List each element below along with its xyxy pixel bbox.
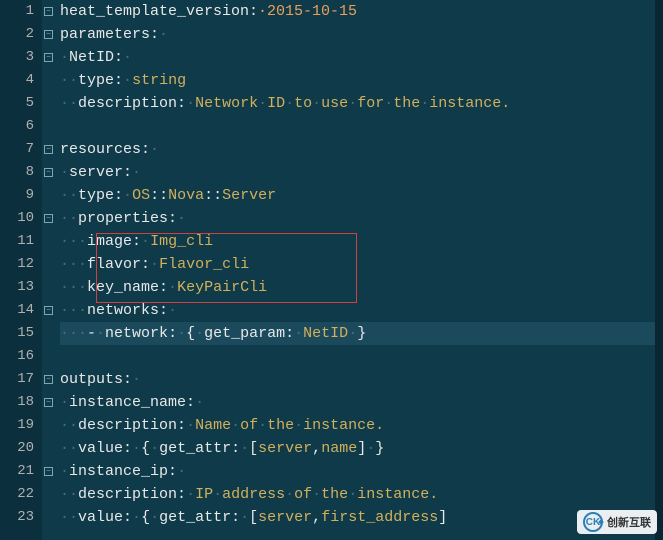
line-number: 17 [0,368,34,391]
code-line[interactable]: ·NetID:· [60,46,663,69]
line-number: 21 [0,460,34,483]
code-line[interactable]: ··description:·IP·address·of·the·instanc… [60,483,663,506]
line-number: 4 [0,69,34,92]
code-editor[interactable]: 1234567891011121314151617181920212223 −−… [0,0,663,540]
code-line[interactable]: ··description:·Name·of·the·instance. [60,414,663,437]
fold-toggle[interactable]: − [44,168,53,177]
line-number: 5 [0,92,34,115]
code-line[interactable] [60,345,663,368]
code-line[interactable]: ·instance_ip:· [60,460,663,483]
code-line[interactable]: parameters:· [60,23,663,46]
fold-toggle[interactable]: − [44,398,53,407]
fold-toggle[interactable]: − [44,214,53,223]
fold-toggle[interactable]: − [44,145,53,154]
fold-toggle[interactable]: − [44,306,53,315]
line-number: 18 [0,391,34,414]
code-line[interactable]: ··value:·{·get_attr:·[server,name]·} [60,437,663,460]
code-line[interactable]: ···image:·Img_cli [60,230,663,253]
fold-toggle[interactable]: − [44,375,53,384]
code-line[interactable]: ·instance_name:· [60,391,663,414]
line-number: 10 [0,207,34,230]
line-number: 14 [0,299,34,322]
vertical-scrollbar[interactable] [655,0,663,540]
line-number: 2 [0,23,34,46]
code-line[interactable]: ··value:·{·get_attr:·[server,first_addre… [60,506,663,529]
fold-column[interactable]: − − − − − − − − − − [42,0,56,540]
watermark: CK 创新互联 [577,510,657,534]
fold-toggle[interactable]: − [44,7,53,16]
code-line[interactable] [60,115,663,138]
code-line[interactable]: ···networks:· [60,299,663,322]
watermark-logo: CK [583,512,603,532]
line-number: 16 [0,345,34,368]
fold-toggle[interactable]: − [44,30,53,39]
line-number: 23 [0,506,34,529]
line-number: 8 [0,161,34,184]
code-line[interactable]: ···-·network:·{·get_param:·NetID·} [60,322,663,345]
line-number: 19 [0,414,34,437]
code-line[interactable]: ··properties:· [60,207,663,230]
fold-toggle[interactable]: − [44,467,53,476]
watermark-label: 创新互联 [607,514,651,530]
line-number: 11 [0,230,34,253]
line-number: 1 [0,0,34,23]
code-line[interactable]: ··description:·Network·ID·to·use·for·the… [60,92,663,115]
line-number: 15 [0,322,34,345]
line-number: 20 [0,437,34,460]
line-number-gutter: 1234567891011121314151617181920212223 [0,0,42,540]
code-line[interactable]: ··type:·OS::Nova::Server [60,184,663,207]
code-line[interactable]: ···flavor:·Flavor_cli [60,253,663,276]
code-line[interactable]: ···key_name:·KeyPairCli [60,276,663,299]
line-number: 7 [0,138,34,161]
fold-toggle[interactable]: − [44,53,53,62]
line-number: 22 [0,483,34,506]
line-number: 6 [0,115,34,138]
line-number: 13 [0,276,34,299]
code-area[interactable]: heat_template_version:·2015-10-15paramet… [56,0,663,540]
line-number: 3 [0,46,34,69]
code-line[interactable]: outputs:· [60,368,663,391]
code-line[interactable]: ·server:· [60,161,663,184]
line-number: 12 [0,253,34,276]
line-number: 9 [0,184,34,207]
code-line[interactable]: heat_template_version:·2015-10-15 [60,0,663,23]
code-line[interactable]: resources:· [60,138,663,161]
code-line[interactable]: ··type:·string [60,69,663,92]
